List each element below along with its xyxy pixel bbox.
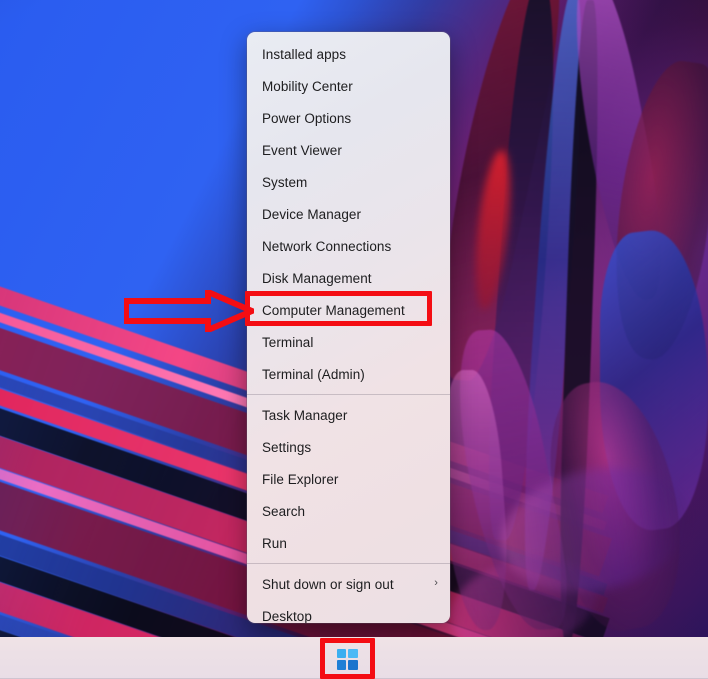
taskbar-center-group — [325, 638, 369, 679]
menu-item-label: File Explorer — [262, 471, 339, 487]
menu-item-terminal-admin[interactable]: Terminal (Admin) — [247, 358, 450, 390]
menu-item-label: Network Connections — [262, 238, 392, 254]
menu-item-desktop[interactable]: Desktop — [247, 600, 450, 624]
menu-item-label: Search — [262, 503, 306, 519]
menu-item-settings[interactable]: Settings — [247, 431, 450, 463]
menu-item-disk-management[interactable]: Disk Management — [247, 262, 450, 294]
menu-item-label: Computer Management — [262, 302, 405, 318]
menu-item-mobility-center[interactable]: Mobility Center — [247, 70, 450, 102]
menu-separator — [247, 394, 450, 395]
screen: Installed apps Mobility Center Power Optio… — [0, 0, 708, 679]
start-button[interactable] — [325, 639, 369, 679]
menu-item-shut-down-or-sign-out[interactable]: Shut down or sign out › — [247, 568, 450, 600]
menu-item-label: Task Manager — [262, 407, 348, 423]
menu-item-task-manager[interactable]: Task Manager — [247, 399, 450, 431]
menu-item-label: Desktop — [262, 608, 312, 624]
menu-item-label: Installed apps — [262, 46, 347, 62]
menu-item-network-connections[interactable]: Network Connections — [247, 230, 450, 262]
menu-item-label: Shut down or sign out — [262, 576, 394, 592]
menu-item-label: Event Viewer — [262, 142, 342, 158]
menu-item-label: System — [262, 174, 308, 190]
menu-item-label: Terminal — [262, 334, 314, 350]
chevron-right-icon: › — [434, 576, 438, 589]
menu-item-label: Terminal (Admin) — [262, 366, 365, 382]
menu-item-installed-apps[interactable]: Installed apps — [247, 38, 450, 70]
menu-item-label: Power Options — [262, 110, 352, 126]
menu-item-terminal[interactable]: Terminal — [247, 326, 450, 358]
menu-item-computer-management[interactable]: Computer Management — [247, 294, 450, 326]
menu-item-run[interactable]: Run — [247, 527, 450, 559]
menu-item-device-manager[interactable]: Device Manager — [247, 198, 450, 230]
menu-item-event-viewer[interactable]: Event Viewer — [247, 134, 450, 166]
menu-item-file-explorer[interactable]: File Explorer — [247, 463, 450, 495]
menu-item-system[interactable]: System — [247, 166, 450, 198]
taskbar[interactable]: Search — [0, 637, 708, 679]
menu-item-label: Disk Management — [262, 270, 372, 286]
windows-logo-icon — [336, 648, 358, 670]
menu-item-label: Settings — [262, 439, 312, 455]
menu-item-label: Mobility Center — [262, 78, 353, 94]
menu-item-search[interactable]: Search — [247, 495, 450, 527]
winx-power-user-menu[interactable]: Installed apps Mobility Center Power Optio… — [247, 32, 450, 623]
menu-item-label: Run — [262, 535, 287, 551]
menu-item-power-options[interactable]: Power Options — [247, 102, 450, 134]
menu-separator — [247, 563, 450, 564]
menu-item-label: Device Manager — [262, 206, 361, 222]
